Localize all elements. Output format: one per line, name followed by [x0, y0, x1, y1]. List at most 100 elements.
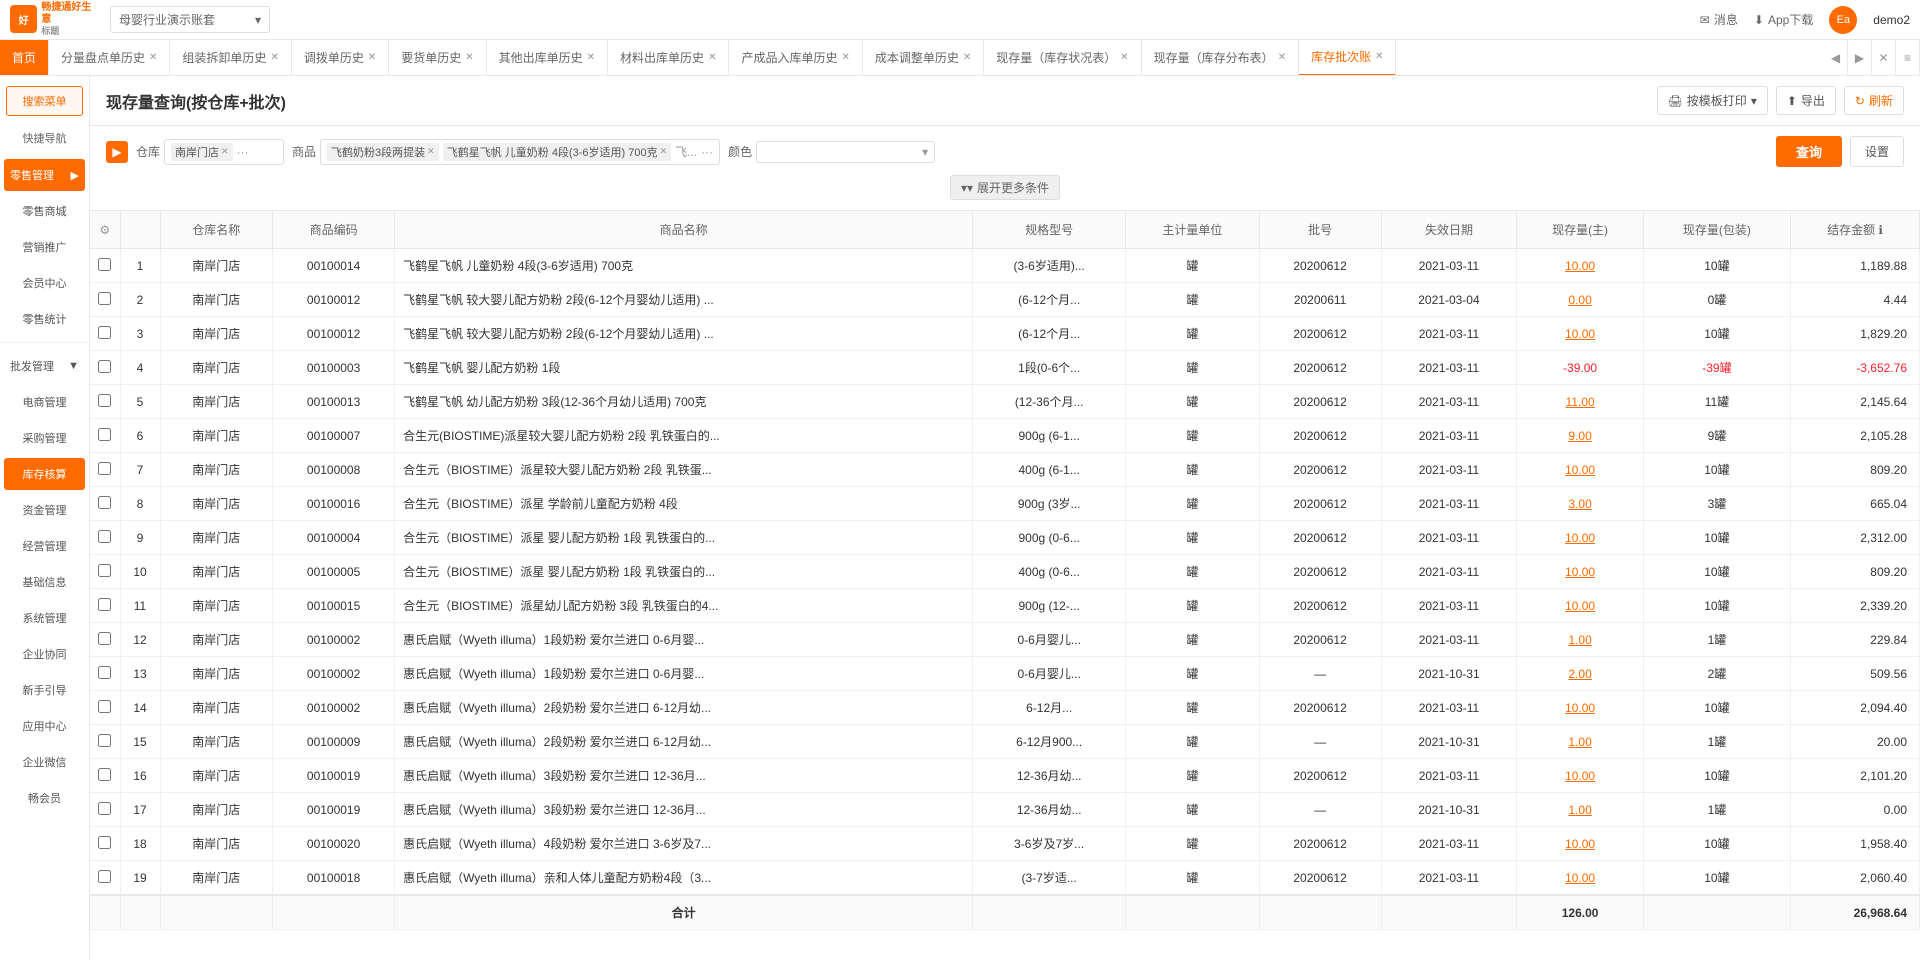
sidebar-item-member[interactable]: 会员中心 [4, 267, 85, 299]
tab-qitachuku[interactable]: 其他出库单历史 ✕ [487, 40, 608, 76]
row-checkbox[interactable] [98, 768, 111, 781]
cell-qty-main[interactable]: 1.00 [1517, 793, 1643, 827]
row-checkbox[interactable] [98, 564, 111, 577]
cell-checkbox[interactable] [90, 249, 120, 283]
cell-qty-main[interactable]: 1.00 [1517, 623, 1643, 657]
col-settings[interactable]: ⚙ [90, 211, 120, 249]
sidebar-item-ecommerce[interactable]: 电商管理 [4, 386, 85, 418]
cell-checkbox[interactable] [90, 623, 120, 657]
cell-checkbox[interactable] [90, 589, 120, 623]
row-checkbox[interactable] [98, 802, 111, 815]
sidebar-item-retail-mgmt[interactable]: 零售管理 ▶ [4, 159, 85, 191]
tab-xiancunliangkufenbu[interactable]: 现存量（库存分布表） ✕ [1142, 40, 1299, 76]
tab-close-icon[interactable]: ✕ [368, 52, 376, 63]
warehouse-tags[interactable]: 南岸门店 ✕ ··· [164, 139, 284, 165]
cell-qty-main[interactable]: 10.00 [1517, 759, 1643, 793]
cell-checkbox[interactable] [90, 861, 120, 896]
cell-qty-main[interactable]: 10.00 [1517, 861, 1643, 896]
nav-prev-btn[interactable]: ◀ [1824, 40, 1848, 76]
tab-home[interactable]: 首页 [0, 40, 49, 76]
tab-close-icon[interactable]: ✕ [841, 52, 849, 63]
row-checkbox[interactable] [98, 462, 111, 475]
sidebar-item-basic-info[interactable]: 基础信息 [4, 566, 85, 598]
row-checkbox[interactable] [98, 530, 111, 543]
row-checkbox[interactable] [98, 700, 111, 713]
tab-close-icon[interactable]: ✕ [149, 52, 157, 63]
cell-qty-main[interactable]: 10.00 [1517, 589, 1643, 623]
cell-qty-main[interactable]: 10.00 [1517, 555, 1643, 589]
sidebar-item-retail-store[interactable]: 零售商城 [4, 195, 85, 227]
row-checkbox[interactable] [98, 632, 111, 645]
sidebar-item-wholesale[interactable]: 批发管理 ▼ [4, 350, 85, 382]
warehouse-filter-more[interactable]: ··· [237, 145, 249, 159]
warehouse-tag-close[interactable]: ✕ [221, 146, 229, 157]
row-checkbox[interactable] [98, 258, 111, 271]
product-tag-1-close[interactable]: ✕ [427, 146, 435, 157]
cell-qty-main[interactable]: 10.00 [1517, 521, 1643, 555]
tab-close-icon[interactable]: ✕ [1120, 52, 1128, 63]
tab-kucunpicicizhan[interactable]: 库存批次账 ✕ [1299, 40, 1396, 76]
refresh-btn[interactable]: ↻ 刷新 [1844, 86, 1904, 115]
tab-chanpinruku[interactable]: 产成品入库单历史 ✕ [729, 40, 862, 76]
row-checkbox[interactable] [98, 326, 111, 339]
row-checkbox[interactable] [98, 836, 111, 849]
tab-yaohuo[interactable]: 要货单历史 ✕ [389, 40, 486, 76]
user-avatar[interactable]: Ea [1829, 6, 1857, 34]
sidebar-item-finance[interactable]: 资金管理 [4, 494, 85, 526]
row-checkbox[interactable] [98, 734, 111, 747]
cell-qty-main[interactable]: 1.00 [1517, 725, 1643, 759]
row-checkbox[interactable] [98, 870, 111, 883]
template-print-btn[interactable]: 🖨 按模板打印 ▾ [1657, 86, 1768, 115]
sidebar-item-retail-stats[interactable]: 零售统计 [4, 303, 85, 335]
cell-qty-main[interactable]: 0.00 [1517, 283, 1643, 317]
sidebar-item-ent-wechat[interactable]: 企业微信 [4, 746, 85, 778]
cell-checkbox[interactable] [90, 385, 120, 419]
sidebar-item-app-center[interactable]: 应用中心 [4, 710, 85, 742]
sidebar-item-system[interactable]: 系统管理 [4, 602, 85, 634]
cell-checkbox[interactable] [90, 487, 120, 521]
row-checkbox[interactable] [98, 496, 111, 509]
tab-xiancunliangkuzhong[interactable]: 现存量（库存状况表） ✕ [984, 40, 1141, 76]
cell-qty-main[interactable]: 9.00 [1517, 419, 1643, 453]
tab-close-icon[interactable]: ✕ [465, 52, 473, 63]
sidebar-item-operations[interactable]: 经营管理 [4, 530, 85, 562]
search-menu-btn[interactable]: 搜索菜单 [6, 86, 83, 116]
cell-qty-main[interactable]: 10.00 [1517, 827, 1643, 861]
cell-checkbox[interactable] [90, 827, 120, 861]
cell-qty-main[interactable]: 2.00 [1517, 657, 1643, 691]
tab-chengbentiaozhen[interactable]: 成本调整单历史 ✕ [863, 40, 984, 76]
cell-checkbox[interactable] [90, 759, 120, 793]
sidebar-item-vip[interactable]: 畅会员 [4, 782, 85, 814]
sidebar-item-guide[interactable]: 新手引导 [4, 674, 85, 706]
cell-checkbox[interactable] [90, 657, 120, 691]
cell-checkbox[interactable] [90, 317, 120, 351]
product-tag-2-close[interactable]: ✕ [660, 146, 668, 157]
tab-close-icon[interactable]: ✕ [1375, 51, 1383, 62]
row-checkbox[interactable] [98, 360, 111, 373]
cell-checkbox[interactable] [90, 351, 120, 385]
tab-cailiaochuku[interactable]: 材料出库单历史 ✕ [608, 40, 729, 76]
nav-menu-btn[interactable]: ≡ [1896, 40, 1920, 76]
tab-zuzhangchaijian[interactable]: 组装拆卸单历史 ✕ [170, 40, 291, 76]
product-filter-more[interactable]: 飞... [675, 143, 697, 160]
product-filter-ellipsis[interactable]: ··· [701, 145, 713, 159]
export-btn[interactable]: ⬆ 导出 [1776, 86, 1836, 115]
cell-qty-main[interactable]: 10.00 [1517, 691, 1643, 725]
cell-checkbox[interactable] [90, 725, 120, 759]
tab-close-icon[interactable]: ✕ [270, 52, 278, 63]
message-btn[interactable]: ✉ 消息 [1700, 11, 1738, 28]
row-checkbox[interactable] [98, 394, 111, 407]
sidebar-item-inventory[interactable]: 库存核算 [4, 458, 85, 490]
cell-qty-main[interactable]: 10.00 [1517, 453, 1643, 487]
expand-more-btn[interactable]: ▾▾ 展开更多条件 [950, 175, 1060, 200]
cell-checkbox[interactable] [90, 453, 120, 487]
query-btn[interactable]: 查询 [1776, 136, 1842, 167]
tab-close-icon[interactable]: ✕ [1278, 52, 1286, 63]
row-checkbox[interactable] [98, 598, 111, 611]
cell-checkbox[interactable] [90, 419, 120, 453]
col-settings-icon[interactable]: ⚙ [99, 223, 110, 237]
color-input[interactable] [763, 145, 918, 159]
row-checkbox[interactable] [98, 428, 111, 441]
cell-checkbox[interactable] [90, 521, 120, 555]
cell-checkbox[interactable] [90, 555, 120, 589]
